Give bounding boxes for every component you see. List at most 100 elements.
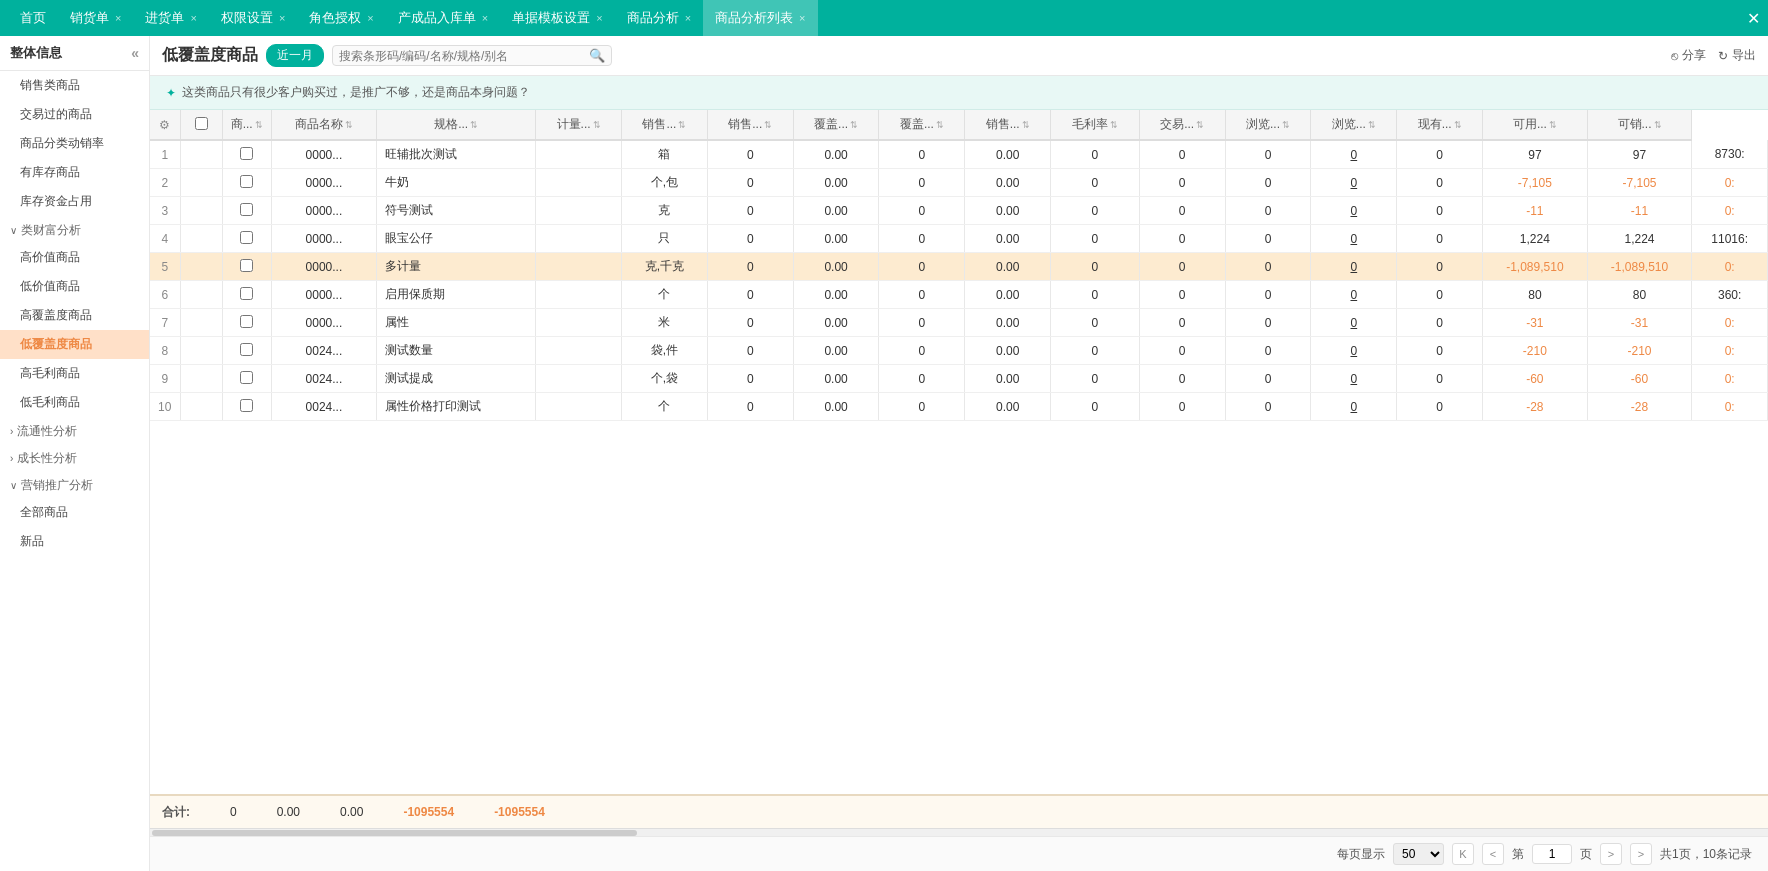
export-button[interactable]: ↻ 导出 <box>1718 47 1756 64</box>
table-header-row: ⚙ 商...⇅ 商品名称⇅ 规格...⇅ 计量...⇅ 销售...⇅ 销售...… <box>150 110 1768 140</box>
nav-tab-goods-analysis-list[interactable]: 商品分析列表 × <box>703 0 817 36</box>
sidebar-item-high-value[interactable]: 高价值商品 <box>0 243 149 272</box>
table-row: 9 0024... 测试提成 个,袋 0 0.00 0 0.00 0 0 0 0… <box>150 365 1768 393</box>
prev-page-button[interactable]: < <box>1482 843 1504 865</box>
row-gross-rate: 0 <box>1139 337 1225 365</box>
row-gross-rate: 0 <box>1139 197 1225 225</box>
sidebar-item-high-coverage[interactable]: 高覆盖度商品 <box>0 301 149 330</box>
row-number: 10 <box>150 393 180 421</box>
close-icon[interactable]: × <box>685 12 691 24</box>
row-settings <box>180 225 222 253</box>
row-sale-amt: 0.00 <box>793 140 879 169</box>
page-number-input[interactable] <box>1532 844 1572 864</box>
row-avail: -60 <box>1587 365 1692 393</box>
table-row: 7 0000... 属性 米 0 0.00 0 0.00 0 0 0 0 0 -… <box>150 309 1768 337</box>
sidebar-item-new-goods[interactable]: 新品 <box>0 527 149 556</box>
row-checkbox[interactable] <box>222 393 271 421</box>
row-avail: 97 <box>1587 140 1692 169</box>
row-sale-amt: 0.00 <box>793 393 879 421</box>
close-icon[interactable]: × <box>115 12 121 24</box>
close-icon[interactable]: × <box>279 12 285 24</box>
row-browse1[interactable]: 0 <box>1311 169 1397 197</box>
row-checkbox[interactable] <box>222 197 271 225</box>
sidebar: 整体信息 « 销售类商品 交易过的商品 商品分类动销率 有库存商品 库存资金占用… <box>0 36 150 871</box>
row-browse1[interactable]: 0 <box>1311 140 1397 169</box>
sidebar-item-traded-goods[interactable]: 交易过的商品 <box>0 100 149 129</box>
sidebar-section-coverage[interactable]: ∨ 类财富分析 <box>0 216 149 243</box>
row-unit: 克,千克 <box>621 253 707 281</box>
nav-tab-sales[interactable]: 销货单 × <box>58 0 133 36</box>
row-browse1[interactable]: 0 <box>1311 309 1397 337</box>
sidebar-section-marketing[interactable]: ∨ 营销推广分析 <box>0 471 149 498</box>
nav-tab-template[interactable]: 单据模板设置 × <box>500 0 614 36</box>
goods-table: ⚙ 商...⇅ 商品名称⇅ 规格...⇅ 计量...⇅ 销售...⇅ 销售...… <box>150 110 1768 421</box>
close-icon[interactable]: × <box>482 12 488 24</box>
select-all-checkbox[interactable] <box>195 117 208 130</box>
col-gross-rate: 毛利率⇅ <box>1051 110 1140 140</box>
row-browse1[interactable]: 0 <box>1311 337 1397 365</box>
filter-recent-month-button[interactable]: 近一月 <box>266 44 324 67</box>
row-cov2: 0.00 <box>965 337 1051 365</box>
nav-tab-goods-analysis[interactable]: 商品分析 × <box>615 0 703 36</box>
row-browse1[interactable]: 0 <box>1311 225 1397 253</box>
sidebar-collapse-button[interactable]: « <box>131 45 139 61</box>
row-checkbox[interactable] <box>222 169 271 197</box>
row-browse1[interactable]: 0 <box>1311 197 1397 225</box>
row-checkbox[interactable] <box>222 140 271 169</box>
row-settings <box>180 169 222 197</box>
row-checkbox[interactable] <box>222 281 271 309</box>
row-name: 符号测试 <box>377 197 536 225</box>
per-page-select[interactable]: 50 100 200 <box>1393 843 1444 865</box>
row-cov2: 0.00 <box>965 225 1051 253</box>
row-browse1[interactable]: 0 <box>1311 365 1397 393</box>
row-unit: 个 <box>621 281 707 309</box>
row-browse1[interactable]: 0 <box>1311 393 1397 421</box>
nav-tab-purchase[interactable]: 进货单 × <box>133 0 208 36</box>
row-checkbox[interactable] <box>222 253 271 281</box>
row-browse1[interactable]: 0 <box>1311 253 1397 281</box>
window-close-button[interactable]: ✕ <box>1747 9 1760 28</box>
nav-tab-home[interactable]: 首页 <box>8 0 58 36</box>
sidebar-item-low-value[interactable]: 低价值商品 <box>0 272 149 301</box>
nav-tab-permissions[interactable]: 权限设置 × <box>209 0 297 36</box>
next-page-button[interactable]: > <box>1600 843 1622 865</box>
chevron-right-icon: › <box>10 453 13 464</box>
row-checkbox[interactable] <box>222 337 271 365</box>
row-code: 0000... <box>271 169 377 197</box>
row-checkbox[interactable] <box>222 365 271 393</box>
share-button[interactable]: ⎋ 分享 <box>1671 47 1706 64</box>
sidebar-item-sales-goods[interactable]: 销售类商品 <box>0 71 149 100</box>
nav-tab-roles[interactable]: 角色授权 × <box>297 0 385 36</box>
sidebar-item-low-coverage[interactable]: 低覆盖度商品 <box>0 330 149 359</box>
row-name: 测试数量 <box>377 337 536 365</box>
sidebar-header: 整体信息 « <box>0 36 149 71</box>
row-stock: 97 <box>1483 140 1588 169</box>
row-gross-rate: 0 <box>1139 253 1225 281</box>
row-code: 0024... <box>271 365 377 393</box>
col-settings[interactable]: ⚙ <box>150 110 180 140</box>
row-cov1: 0 <box>879 225 965 253</box>
close-icon[interactable]: × <box>367 12 373 24</box>
row-sale-amt: 0.00 <box>793 337 879 365</box>
sidebar-item-high-margin[interactable]: 高毛利商品 <box>0 359 149 388</box>
sidebar-item-in-stock[interactable]: 有库存商品 <box>0 158 149 187</box>
nav-tab-finished-goods[interactable]: 产成品入库单 × <box>386 0 500 36</box>
row-checkbox[interactable] <box>222 225 271 253</box>
close-icon[interactable]: × <box>596 12 602 24</box>
col-code: 商...⇅ <box>222 110 271 140</box>
first-page-button[interactable]: K <box>1452 843 1474 865</box>
sidebar-item-low-margin[interactable]: 低毛利商品 <box>0 388 149 417</box>
row-browse1[interactable]: 0 <box>1311 281 1397 309</box>
sidebar-section-growth[interactable]: › 成长性分析 <box>0 444 149 471</box>
row-checkbox[interactable] <box>222 309 271 337</box>
chevron-down-icon: ∨ <box>10 225 17 236</box>
close-icon[interactable]: × <box>190 12 196 24</box>
sidebar-item-all-goods[interactable]: 全部商品 <box>0 498 149 527</box>
sidebar-item-category-rate[interactable]: 商品分类动销率 <box>0 129 149 158</box>
close-icon[interactable]: × <box>799 12 805 24</box>
sidebar-item-stock-capital[interactable]: 库存资金占用 <box>0 187 149 216</box>
search-input[interactable] <box>339 49 589 63</box>
last-page-button[interactable]: > <box>1630 843 1652 865</box>
row-cov1: 0 <box>879 393 965 421</box>
sidebar-section-flow[interactable]: › 流通性分析 <box>0 417 149 444</box>
